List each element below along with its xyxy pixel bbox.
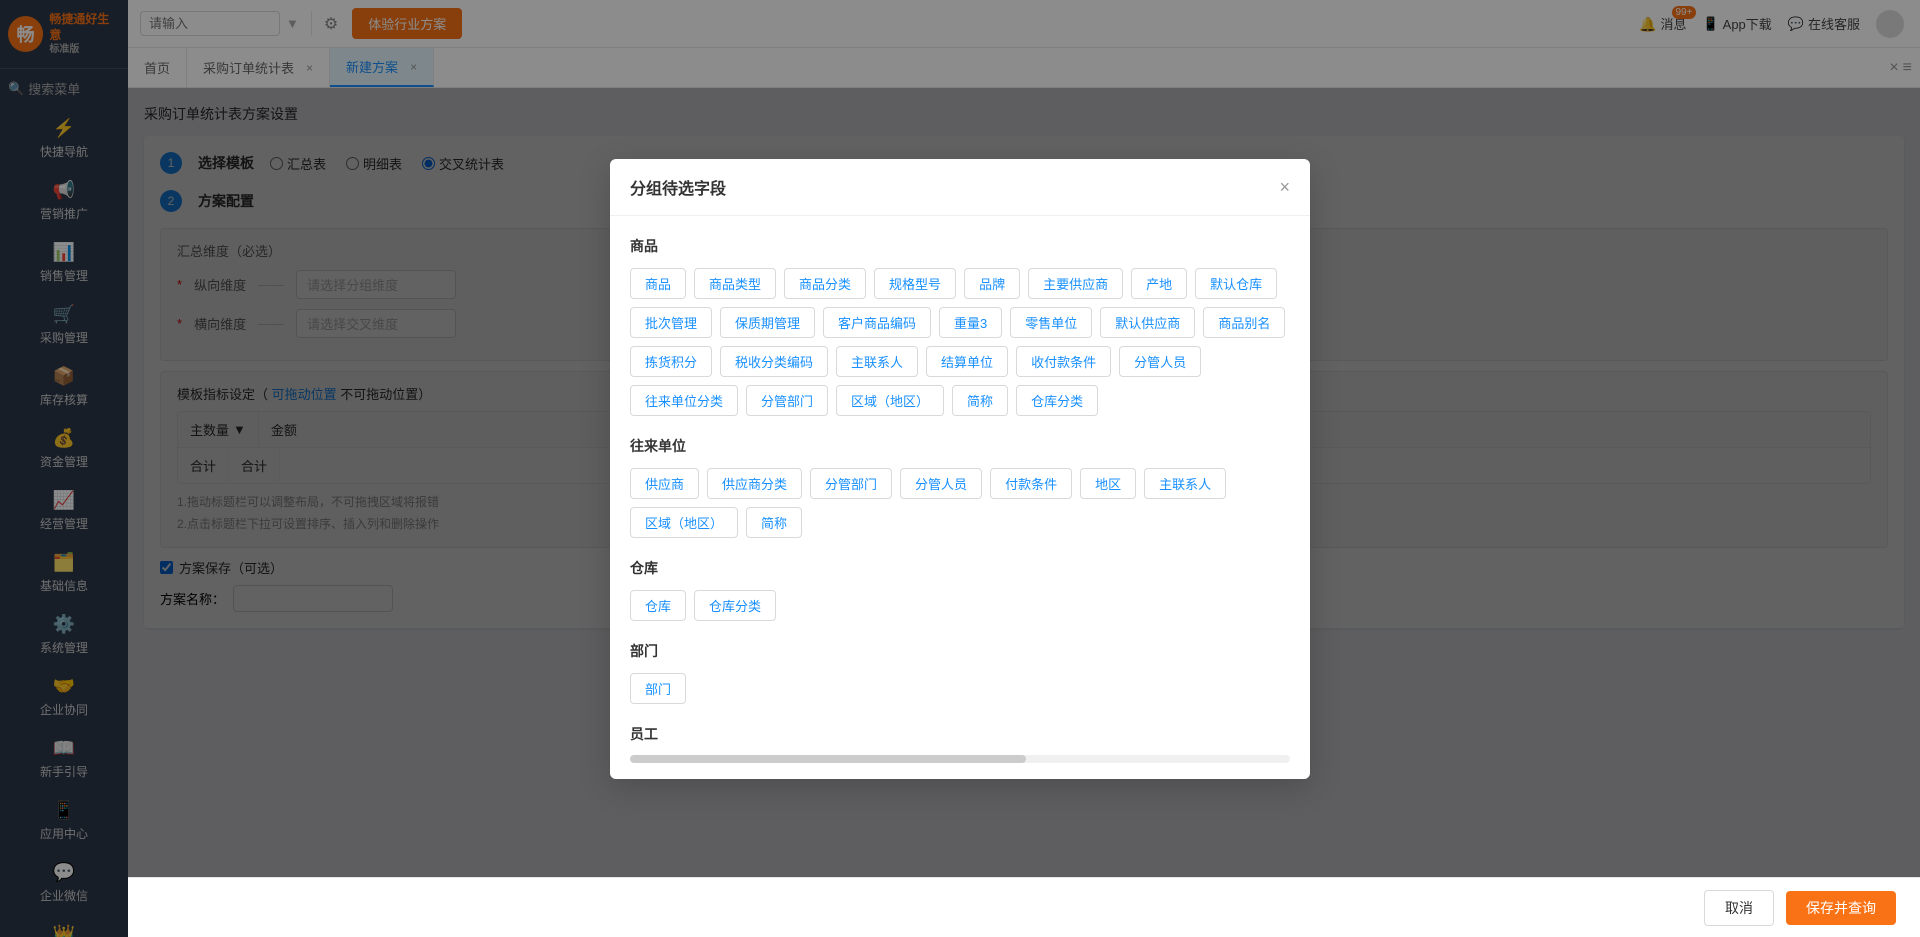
field-chip-goods-21[interactable]: 往来单位分类 [630, 385, 738, 416]
field-chip-counterpart-3[interactable]: 分管人员 [900, 468, 982, 499]
field-chip-goods-23[interactable]: 区域（地区） [836, 385, 944, 416]
dialog-overlay: 分组待选字段 × 商品商品商品类型商品分类规格型号品牌主要供应商产地默认仓库批次… [0, 0, 1920, 937]
field-chips-goods: 商品商品类型商品分类规格型号品牌主要供应商产地默认仓库批次管理保质期管理客户商品… [630, 268, 1290, 416]
field-chips-dept: 部门 [630, 673, 1290, 704]
field-chip-goods-4[interactable]: 品牌 [964, 268, 1020, 299]
dialog-body: 商品商品商品类型商品分类规格型号品牌主要供应商产地默认仓库批次管理保质期管理客户… [610, 216, 1310, 747]
field-chip-counterpart-2[interactable]: 分管部门 [810, 468, 892, 499]
field-chip-goods-17[interactable]: 主联系人 [836, 346, 918, 377]
field-chip-goods-5[interactable]: 主要供应商 [1028, 268, 1123, 299]
field-group-goods: 商品商品商品类型商品分类规格型号品牌主要供应商产地默认仓库批次管理保质期管理客户… [630, 236, 1290, 416]
field-select-dialog: 分组待选字段 × 商品商品商品类型商品分类规格型号品牌主要供应商产地默认仓库批次… [610, 159, 1310, 779]
field-chip-goods-10[interactable]: 客户商品编码 [823, 307, 931, 338]
field-chip-goods-24[interactable]: 简称 [952, 385, 1008, 416]
field-chip-counterpart-6[interactable]: 主联系人 [1144, 468, 1226, 499]
field-chip-goods-20[interactable]: 分管人员 [1119, 346, 1201, 377]
save-query-button[interactable]: 保存并查询 [1786, 891, 1896, 925]
dialog-close-button[interactable]: × [1279, 178, 1290, 196]
field-chip-warehouse-1[interactable]: 仓库分类 [694, 590, 776, 621]
field-chip-goods-11[interactable]: 重量3 [939, 307, 1002, 338]
field-chips-warehouse: 仓库仓库分类 [630, 590, 1290, 621]
scrollbar-thumb [630, 755, 1026, 763]
cancel-button[interactable]: 取消 [1704, 890, 1774, 926]
field-chip-goods-0[interactable]: 商品 [630, 268, 686, 299]
field-chip-goods-8[interactable]: 批次管理 [630, 307, 712, 338]
field-chip-counterpart-1[interactable]: 供应商分类 [707, 468, 802, 499]
field-chip-goods-16[interactable]: 税收分类编码 [720, 346, 828, 377]
field-chip-counterpart-5[interactable]: 地区 [1080, 468, 1136, 499]
field-chip-goods-13[interactable]: 默认供应商 [1100, 307, 1195, 338]
field-group-counterpart: 往来单位供应商供应商分类分管部门分管人员付款条件地区主联系人区域（地区） 简称 [630, 436, 1290, 538]
field-chip-goods-2[interactable]: 商品分类 [784, 268, 866, 299]
field-group-title-staff: 员工 [630, 724, 1290, 744]
field-chip-goods-18[interactable]: 结算单位 [926, 346, 1008, 377]
field-chip-goods-19[interactable]: 收付款条件 [1016, 346, 1111, 377]
dialog-title: 分组待选字段 [630, 175, 726, 199]
field-chip-goods-14[interactable]: 商品别名 [1203, 307, 1285, 338]
field-chip-goods-25[interactable]: 仓库分类 [1016, 385, 1098, 416]
field-chip-goods-12[interactable]: 零售单位 [1010, 307, 1092, 338]
field-chip-counterpart-4[interactable]: 付款条件 [990, 468, 1072, 499]
dialog-header: 分组待选字段 × [610, 159, 1310, 216]
dialog-h-scrollbar-area [610, 747, 1310, 779]
field-chip-goods-15[interactable]: 拣货积分 [630, 346, 712, 377]
field-chip-goods-3[interactable]: 规格型号 [874, 268, 956, 299]
field-chip-goods-6[interactable]: 产地 [1131, 268, 1187, 299]
field-chip-counterpart-8[interactable]: 简称 [746, 507, 802, 538]
field-group-warehouse: 仓库仓库仓库分类 [630, 558, 1290, 621]
field-group-title-warehouse: 仓库 [630, 558, 1290, 578]
field-chips-counterpart: 供应商供应商分类分管部门分管人员付款条件地区主联系人区域（地区） 简称 [630, 468, 1290, 538]
field-chip-counterpart-7[interactable]: 区域（地区） [630, 507, 738, 538]
field-chip-counterpart-0[interactable]: 供应商 [630, 468, 699, 499]
field-chip-dept-0[interactable]: 部门 [630, 673, 686, 704]
field-group-title-counterpart: 往来单位 [630, 436, 1290, 456]
field-group-staff: 员工业务员 [630, 724, 1290, 747]
field-group-dept: 部门部门 [630, 641, 1290, 704]
field-chip-warehouse-0[interactable]: 仓库 [630, 590, 686, 621]
field-group-title-goods: 商品 [630, 236, 1290, 256]
field-group-title-dept: 部门 [630, 641, 1290, 661]
horizontal-scrollbar[interactable] [630, 755, 1290, 763]
field-chip-goods-22[interactable]: 分管部门 [746, 385, 828, 416]
field-chip-goods-9[interactable]: 保质期管理 [720, 307, 815, 338]
field-chip-goods-7[interactable]: 默认仓库 [1195, 268, 1277, 299]
action-bar: 取消 保存并查询 [128, 877, 1920, 937]
field-chip-goods-1[interactable]: 商品类型 [694, 268, 776, 299]
